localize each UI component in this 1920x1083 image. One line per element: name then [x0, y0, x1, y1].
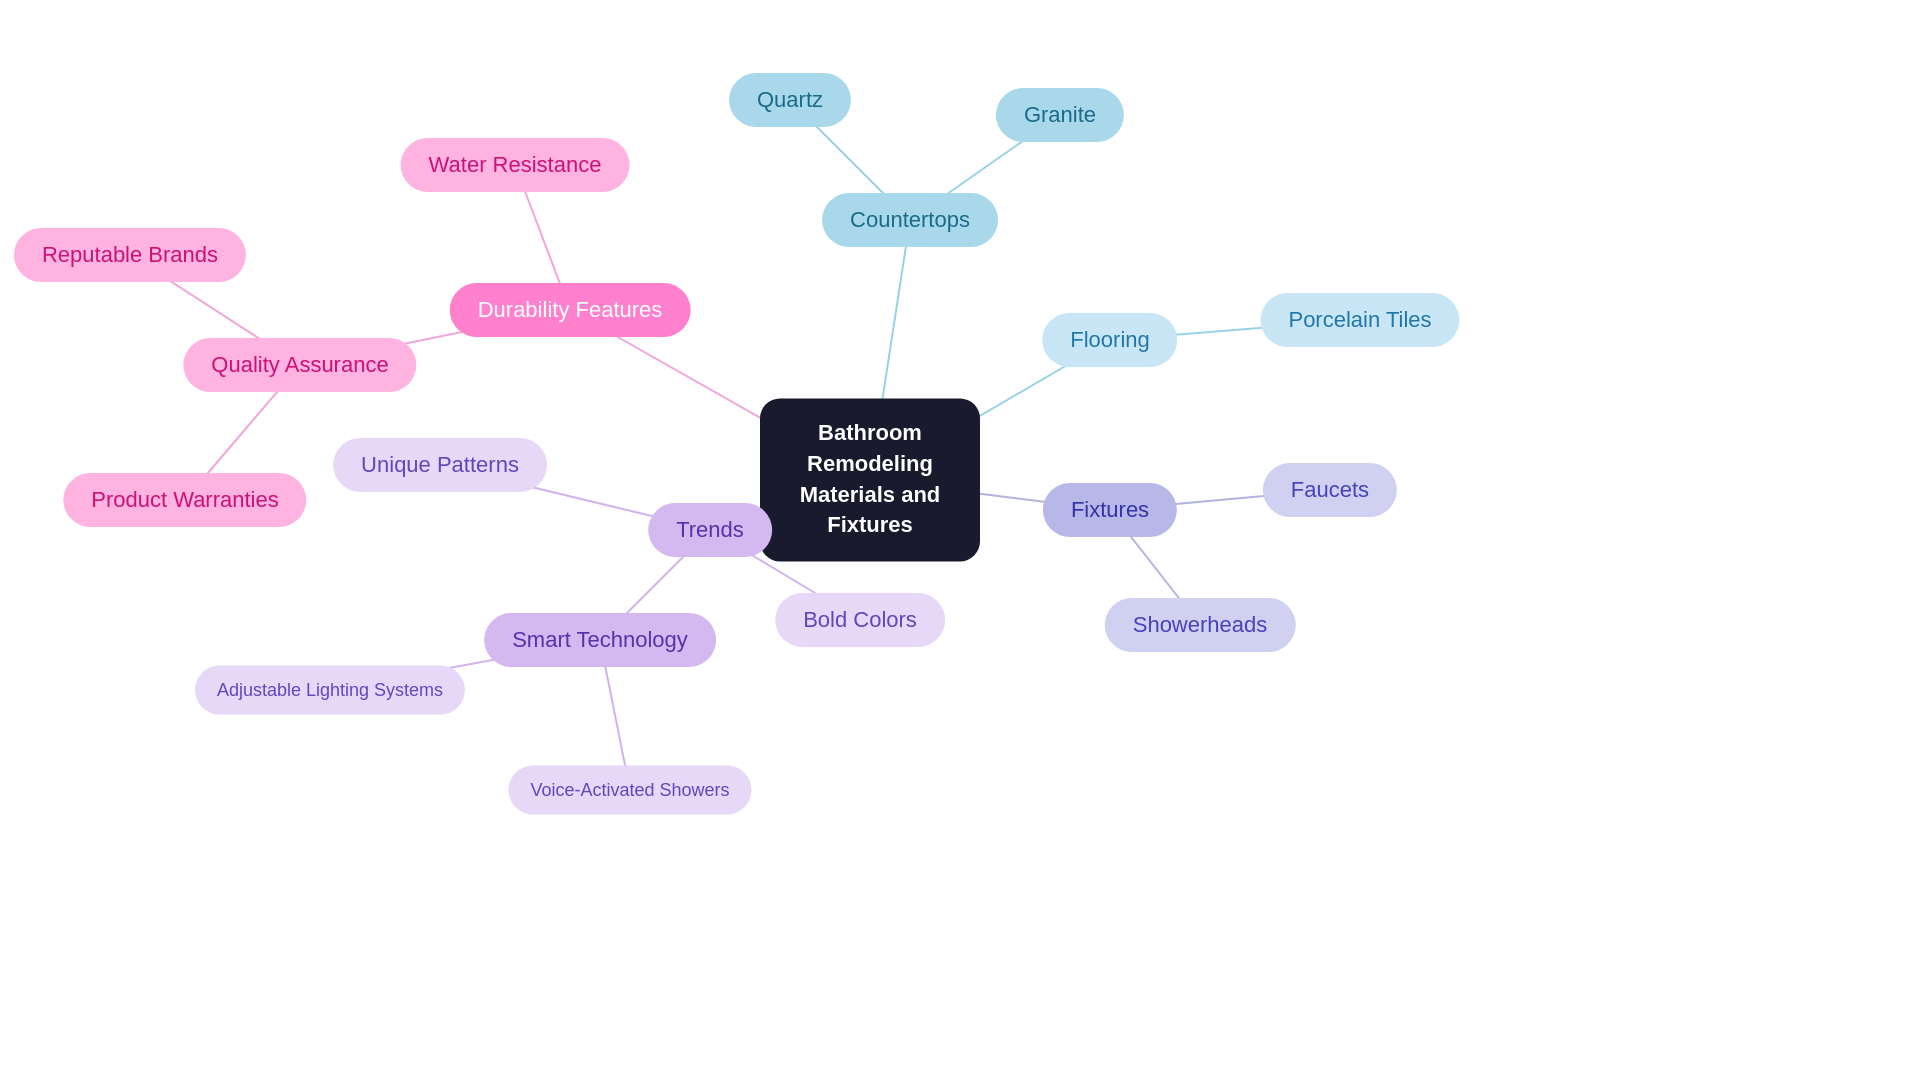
node-countertops: Countertops — [822, 193, 998, 247]
node-porcelain-tiles: Porcelain Tiles — [1260, 293, 1459, 347]
node-faucets: Faucets — [1263, 463, 1397, 517]
nodes-container: Bathroom Remodeling Materials and Fixtur… — [0, 0, 1920, 1083]
node-durability: Durability Features — [450, 283, 691, 337]
node-center: Bathroom Remodeling Materials and Fixtur… — [760, 398, 980, 561]
node-flooring: Flooring — [1042, 313, 1177, 367]
node-voice-activated: Voice-Activated Showers — [508, 766, 751, 815]
node-product-warranties: Product Warranties — [63, 473, 306, 527]
node-fixtures: Fixtures — [1043, 483, 1177, 537]
node-quality-assurance: Quality Assurance — [183, 338, 416, 392]
node-granite: Granite — [996, 88, 1124, 142]
node-smart-technology: Smart Technology — [484, 613, 716, 667]
node-showerheads: Showerheads — [1105, 598, 1296, 652]
node-unique-patterns: Unique Patterns — [333, 438, 547, 492]
node-water-resistance: Water Resistance — [401, 138, 630, 192]
node-reputable-brands: Reputable Brands — [14, 228, 246, 282]
node-quartz: Quartz — [729, 73, 851, 127]
node-bold-colors: Bold Colors — [775, 593, 945, 647]
node-adjustable-lighting: Adjustable Lighting Systems — [195, 666, 465, 715]
node-trends: Trends — [648, 503, 772, 557]
